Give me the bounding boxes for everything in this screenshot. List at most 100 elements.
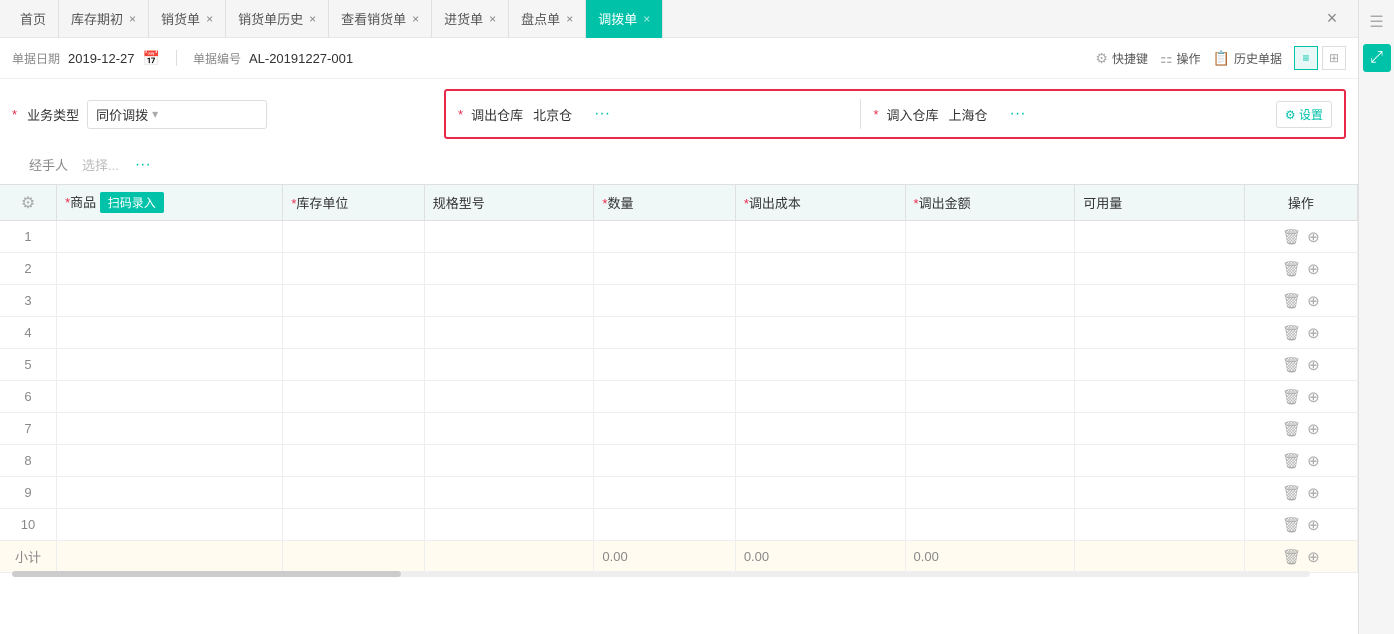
tab-transfer[interactable]: 调拨单 × — [586, 0, 663, 38]
row-goods-cell[interactable] — [57, 221, 283, 253]
tab-close-transfer[interactable]: × — [643, 12, 650, 26]
row-cost-cell[interactable] — [735, 381, 905, 413]
row-amount-cell[interactable] — [905, 509, 1075, 541]
row-copy-icon[interactable]: ⊕ — [1307, 516, 1320, 534]
history-button[interactable]: 📋 历史单据 — [1213, 50, 1282, 67]
tab-close-sales-history[interactable]: × — [309, 12, 316, 26]
row-available-cell[interactable] — [1075, 349, 1245, 381]
row-copy-icon[interactable]: ⊕ — [1307, 356, 1320, 374]
row-copy-icon[interactable]: ⊕ — [1307, 484, 1320, 502]
row-goods-cell[interactable] — [57, 445, 283, 477]
row-unit-cell[interactable] — [283, 221, 424, 253]
row-unit-cell[interactable] — [283, 477, 424, 509]
row-unit-cell[interactable] — [283, 445, 424, 477]
row-qty-cell[interactable] — [594, 477, 735, 509]
row-unit-cell[interactable] — [283, 253, 424, 285]
row-qty-cell[interactable] — [594, 381, 735, 413]
grid-view-button[interactable]: ⊞ — [1322, 46, 1346, 70]
row-goods-cell[interactable] — [57, 509, 283, 541]
row-cost-cell[interactable] — [735, 285, 905, 317]
list-view-button[interactable]: ≡ — [1294, 46, 1318, 70]
row-cost-cell[interactable] — [735, 509, 905, 541]
row-available-cell[interactable] — [1075, 317, 1245, 349]
row-qty-cell[interactable] — [594, 317, 735, 349]
business-type-select[interactable]: 同价调拨 ▾ — [87, 100, 267, 129]
row-delete-icon[interactable]: 🗑 — [1282, 484, 1301, 502]
row-spec-cell[interactable] — [424, 445, 594, 477]
tab-home[interactable]: 首页 — [8, 0, 59, 38]
row-copy-icon[interactable]: ⊕ — [1307, 388, 1320, 406]
warehouse-out-more-button[interactable]: ··· — [594, 105, 610, 123]
table-gear-icon[interactable]: ⚙ — [21, 195, 35, 212]
row-spec-cell[interactable] — [424, 413, 594, 445]
scrollbar-thumb[interactable] — [12, 571, 401, 577]
row-cost-cell[interactable] — [735, 221, 905, 253]
row-goods-cell[interactable] — [57, 253, 283, 285]
handler-more-button[interactable]: ··· — [135, 156, 151, 174]
row-available-cell[interactable] — [1075, 477, 1245, 509]
row-delete-icon[interactable]: 🗑 — [1282, 420, 1301, 438]
row-amount-cell[interactable] — [905, 317, 1075, 349]
scan-button[interactable]: 扫码录入 — [100, 192, 164, 213]
row-spec-cell[interactable] — [424, 221, 594, 253]
row-spec-cell[interactable] — [424, 349, 594, 381]
row-copy-icon[interactable]: ⊕ — [1307, 452, 1320, 470]
close-window-button[interactable]: × — [1314, 1, 1350, 37]
row-goods-cell[interactable] — [57, 413, 283, 445]
row-amount-cell[interactable] — [905, 381, 1075, 413]
row-spec-cell[interactable] — [424, 253, 594, 285]
row-copy-icon[interactable]: ⊕ — [1307, 420, 1320, 438]
row-amount-cell[interactable] — [905, 285, 1075, 317]
row-delete-icon[interactable]: 🗑 — [1282, 324, 1301, 342]
row-copy-icon[interactable]: ⊕ — [1307, 228, 1320, 246]
row-amount-cell[interactable] — [905, 221, 1075, 253]
row-unit-cell[interactable] — [283, 285, 424, 317]
row-goods-cell[interactable] — [57, 349, 283, 381]
row-delete-icon[interactable]: 🗑 — [1282, 388, 1301, 406]
row-copy-icon[interactable]: ⊕ — [1307, 324, 1320, 342]
settings-button[interactable]: ⚙ 设置 — [1276, 101, 1332, 128]
tab-close-inventory-check[interactable]: × — [566, 12, 573, 26]
tab-sales-history[interactable]: 销货单历史 × — [226, 0, 329, 38]
warehouse-in-more-button[interactable]: ··· — [1010, 105, 1026, 123]
row-available-cell[interactable] — [1075, 509, 1245, 541]
tab-view-sales[interactable]: 查看销货单 × — [329, 0, 432, 38]
row-available-cell[interactable] — [1075, 445, 1245, 477]
row-qty-cell[interactable] — [594, 221, 735, 253]
row-copy-icon[interactable]: ⊕ — [1307, 260, 1320, 278]
row-goods-cell[interactable] — [57, 285, 283, 317]
row-goods-cell[interactable] — [57, 477, 283, 509]
row-amount-cell[interactable] — [905, 477, 1075, 509]
row-amount-cell[interactable] — [905, 445, 1075, 477]
sidebar-list-icon[interactable]: ☰ — [1363, 8, 1391, 36]
row-cost-cell[interactable] — [735, 477, 905, 509]
row-cost-cell[interactable] — [735, 317, 905, 349]
row-amount-cell[interactable] — [905, 253, 1075, 285]
row-qty-cell[interactable] — [594, 413, 735, 445]
row-spec-cell[interactable] — [424, 477, 594, 509]
tab-inventory-init[interactable]: 库存期初 × — [59, 0, 149, 38]
row-qty-cell[interactable] — [594, 509, 735, 541]
row-unit-cell[interactable] — [283, 413, 424, 445]
row-delete-icon[interactable]: 🗑 — [1282, 292, 1301, 310]
tab-inventory-check[interactable]: 盘点单 × — [509, 0, 586, 38]
row-unit-cell[interactable] — [283, 509, 424, 541]
row-delete-icon[interactable]: 🗑 — [1282, 356, 1301, 374]
tab-close-inventory-init[interactable]: × — [129, 12, 136, 26]
row-cost-cell[interactable] — [735, 349, 905, 381]
row-qty-cell[interactable] — [594, 445, 735, 477]
row-spec-cell[interactable] — [424, 381, 594, 413]
row-available-cell[interactable] — [1075, 413, 1245, 445]
row-available-cell[interactable] — [1075, 381, 1245, 413]
row-amount-cell[interactable] — [905, 413, 1075, 445]
row-cost-cell[interactable] — [735, 413, 905, 445]
row-amount-cell[interactable] — [905, 349, 1075, 381]
row-spec-cell[interactable] — [424, 317, 594, 349]
tab-close-view-sales[interactable]: × — [412, 12, 419, 26]
row-cost-cell[interactable] — [735, 445, 905, 477]
calendar-icon[interactable]: 📅 — [143, 50, 160, 67]
row-spec-cell[interactable] — [424, 509, 594, 541]
row-unit-cell[interactable] — [283, 381, 424, 413]
row-delete-icon[interactable]: 🗑 — [1282, 516, 1301, 534]
row-available-cell[interactable] — [1075, 253, 1245, 285]
